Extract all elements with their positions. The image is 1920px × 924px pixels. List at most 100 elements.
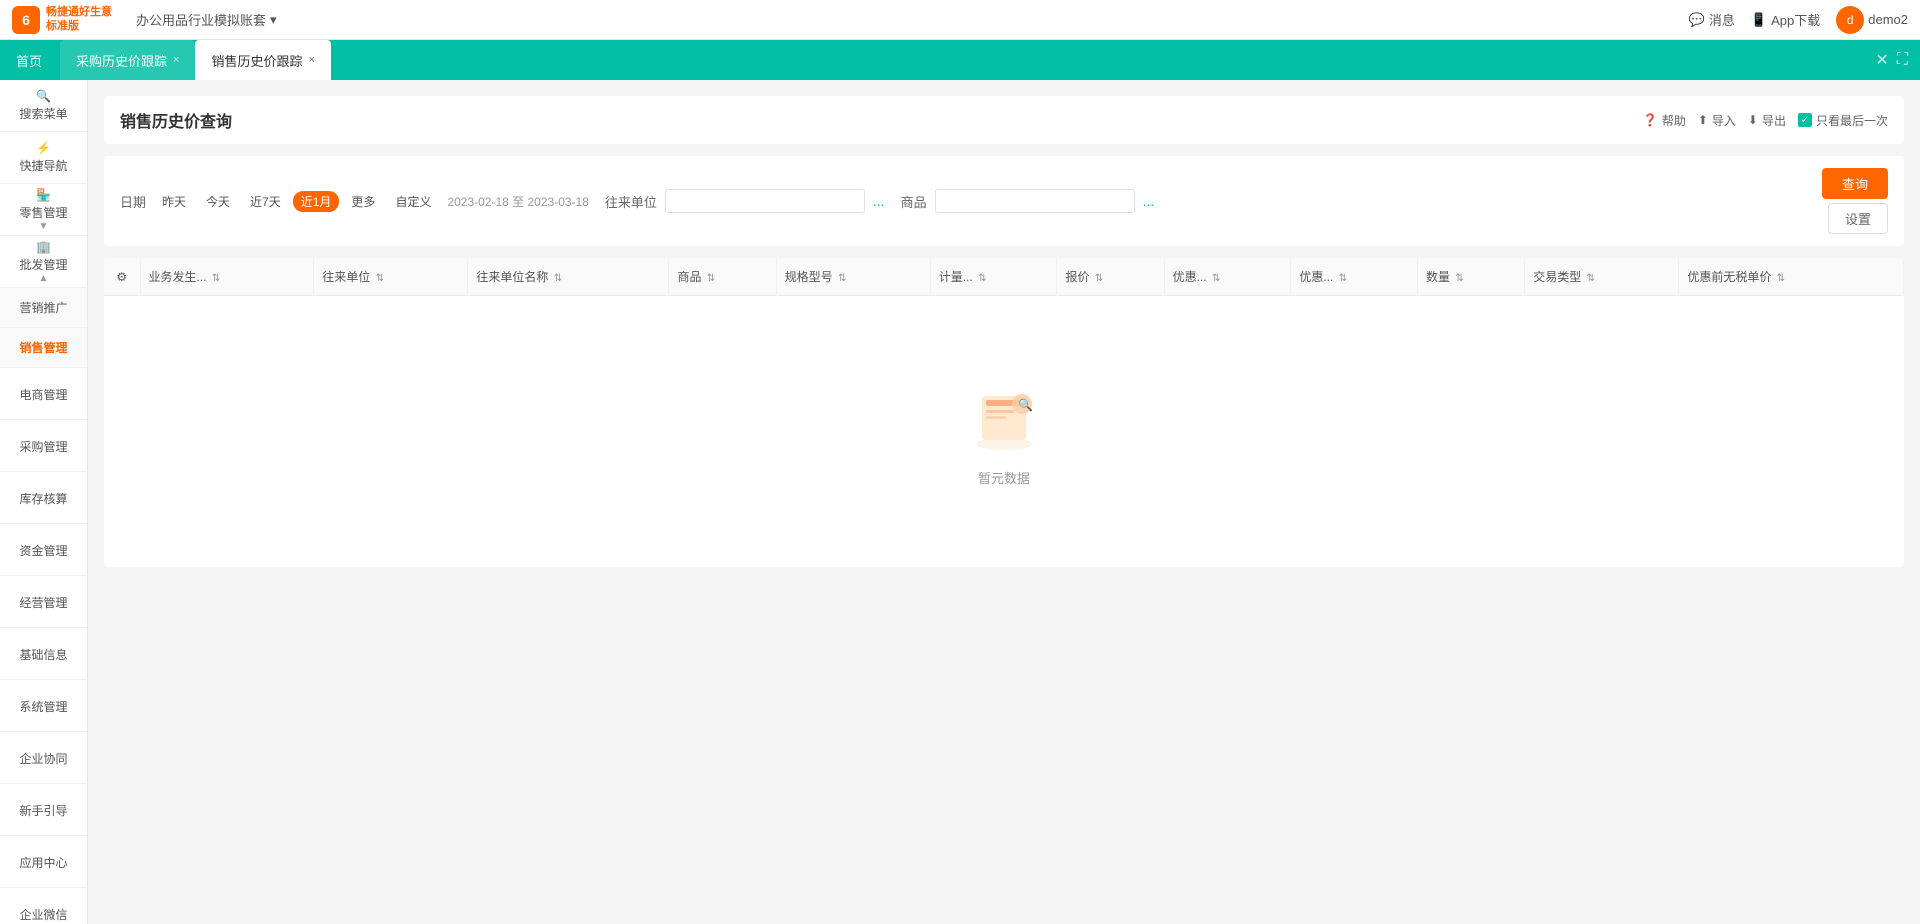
empty-state: 🔍 暂元数据 — [104, 296, 1904, 567]
col-from-unit-name[interactable]: 往来单位名称 ⇅ — [468, 258, 669, 296]
date-btn-more[interactable]: 更多 — [343, 191, 383, 212]
date-range-display: 2023-02-18 至 2023-03-18 — [447, 193, 588, 210]
logo-area: 6 畅捷通好生意 标准版 — [12, 6, 112, 34]
sort-icon-unit: ⇅ — [978, 273, 986, 284]
sidebar-item-operations[interactable]: 经营管理 — [0, 576, 87, 628]
wholesale-icon: 🏢 — [36, 240, 51, 254]
query-button[interactable]: 查询 — [1822, 168, 1888, 199]
col-product[interactable]: 商品 ⇅ — [669, 258, 776, 296]
from-unit-dots[interactable]: ... — [873, 193, 885, 209]
sort-icon-spec: ⇅ — [838, 273, 846, 284]
date-filter-group: 日期 昨天 今天 近7天 近1月 更多 自定义 2023-02-18 至 202… — [120, 191, 589, 212]
col-discount2[interactable]: 优惠... ⇅ — [1291, 258, 1418, 296]
content-area: 销售历史价查询 ❓ 帮助 ⬆ 导入 ⬇ 导出 ✓ 只看最后一次 — [88, 80, 1920, 924]
sidebar-item-wholesale-mgmt[interactable]: 🏢 批发管理 ▲ — [0, 236, 87, 288]
sort-icon-biz-date: ⇅ — [212, 273, 220, 284]
svg-text:🔍: 🔍 — [1018, 397, 1033, 412]
message-action[interactable]: 💬 消息 — [1689, 10, 1735, 29]
tab-sale-history[interactable]: 销售历史价跟踪 × — [195, 40, 330, 80]
page-title-bar: 销售历史价查询 ❓ 帮助 ⬆ 导入 ⬇ 导出 ✓ 只看最后一次 — [104, 96, 1904, 144]
col-unit[interactable]: 计量... ⇅ — [930, 258, 1057, 296]
maximize-window-icon[interactable]: ⛶ — [1897, 51, 1908, 69]
import-btn[interactable]: ⬆ 导入 — [1698, 112, 1736, 129]
sidebar-item-app-center[interactable]: 应用中心 — [0, 836, 87, 888]
chevron-icon: ▼ — [39, 221, 49, 232]
tab-purchase-close[interactable]: × — [173, 54, 179, 66]
sidebar-item-enterprise-wechat[interactable]: 企业微信 — [0, 888, 87, 924]
logo-icon: 6 — [12, 6, 40, 34]
sidebar-item-marketing[interactable]: 营销推广 — [0, 288, 87, 328]
sidebar-item-basic-info[interactable]: 基础信息 — [0, 628, 87, 680]
sort-icon-pre-tax-price: ⇅ — [1777, 273, 1785, 284]
tab-purchase-history[interactable]: 采购历史价跟踪 × — [60, 40, 195, 80]
col-biz-date[interactable]: 业务发生... ⇅ — [140, 258, 314, 296]
help-btn[interactable]: ❓ 帮助 — [1643, 112, 1686, 129]
top-header: 6 畅捷通好生意 标准版 办公用品行业模拟账套 ▾ 💬 消息 📱 App下载 d… — [0, 0, 1920, 40]
col-pre-tax-price[interactable]: 优惠前无税单价 ⇅ — [1679, 258, 1904, 296]
logo-text: 畅捷通好生意 标准版 — [46, 6, 112, 32]
page-title: 销售历史价查询 — [120, 108, 232, 132]
tab-sale-close[interactable]: × — [308, 54, 314, 66]
date-btn-1month[interactable]: 近1月 — [293, 191, 340, 212]
sort-icon-trade-type: ⇅ — [1587, 273, 1595, 284]
close-window-icon[interactable]: ✕ — [1875, 50, 1888, 70]
from-unit-filter-group: 往来单位 ... — [605, 189, 885, 213]
sidebar-item-retail-mgmt[interactable]: 🏪 零售管理 ▼ — [0, 184, 87, 236]
sort-icon-product: ⇅ — [707, 273, 715, 284]
sidebar-item-sales-mgmt[interactable]: 销售管理 — [0, 328, 87, 368]
product-filter-group: 商品 ... — [901, 189, 1155, 213]
chevron-down-icon: ▾ — [270, 12, 277, 28]
col-trade-type[interactable]: 交易类型 ⇅ — [1525, 258, 1679, 296]
col-discount1[interactable]: 优惠... ⇅ — [1164, 258, 1291, 296]
page-actions: ❓ 帮助 ⬆ 导入 ⬇ 导出 ✓ 只看最后一次 — [1643, 112, 1888, 129]
date-btn-yesterday[interactable]: 昨天 — [154, 191, 194, 212]
nav-icon: ⚡ — [36, 141, 51, 155]
settings-button[interactable]: 设置 — [1828, 203, 1888, 234]
only-last-checkbox[interactable]: ✓ — [1798, 113, 1812, 127]
tab-home[interactable]: 首页 — [0, 40, 58, 80]
col-from-unit[interactable]: 往来单位 ⇅ — [314, 258, 468, 296]
data-table: ⚙ 业务发生... ⇅ 往来单位 ⇅ 往来单位名称 ⇅ — [104, 258, 1904, 296]
table-container: ⚙ 业务发生... ⇅ 往来单位 ⇅ 往来单位名称 ⇅ — [104, 258, 1904, 567]
header-right: 💬 消息 📱 App下载 d demo2 — [1689, 6, 1908, 34]
sidebar-item-quick-nav[interactable]: ⚡ 快捷导航 — [0, 132, 87, 184]
sidebar: 🔍 搜索菜单 ⚡ 快捷导航 🏪 零售管理 ▼ 🏢 批发管理 ▲ 营销推广 销售管… — [0, 80, 88, 924]
col-quantity[interactable]: 数量 ⇅ — [1418, 258, 1525, 296]
only-last-checkbox-label[interactable]: ✓ 只看最后一次 — [1798, 112, 1888, 129]
sidebar-item-enterprise-coop[interactable]: 企业协同 — [0, 732, 87, 784]
export-btn[interactable]: ⬇ 导出 — [1748, 112, 1786, 129]
product-input[interactable] — [935, 189, 1135, 213]
tab-bar-right: ✕ ⛶ — [1875, 50, 1920, 70]
sidebar-item-system[interactable]: 系统管理 — [0, 680, 87, 732]
retail-icon: 🏪 — [36, 188, 51, 202]
sidebar-item-search-menu[interactable]: 🔍 搜索菜单 — [0, 80, 87, 132]
avatar: d — [1836, 6, 1864, 34]
app-download-action[interactable]: 📱 App下载 — [1751, 10, 1820, 29]
sidebar-item-inventory[interactable]: 库存核算 — [0, 472, 87, 524]
product-dots[interactable]: ... — [1143, 193, 1155, 209]
app-selector[interactable]: 办公用品行业模拟账套 ▾ — [136, 10, 277, 29]
sort-icon-from-unit-name: ⇅ — [554, 273, 562, 284]
col-settings[interactable]: ⚙ — [104, 258, 140, 296]
filter-area: 日期 昨天 今天 近7天 近1月 更多 自定义 2023-02-18 至 202… — [104, 156, 1904, 246]
settings-gear-icon[interactable]: ⚙ — [116, 270, 127, 284]
empty-text: 暂元数据 — [978, 468, 1030, 487]
from-unit-input[interactable] — [665, 189, 865, 213]
table-header-row: ⚙ 业务发生... ⇅ 往来单位 ⇅ 往来单位名称 ⇅ — [104, 258, 1904, 296]
filter-right: 查询 设置 — [1822, 168, 1888, 234]
search-icon: 🔍 — [36, 89, 51, 103]
user-action[interactable]: d demo2 — [1836, 6, 1908, 34]
product-label: 商品 — [901, 192, 927, 211]
date-btn-today[interactable]: 今天 — [198, 191, 238, 212]
sidebar-item-purchase[interactable]: 采购管理 — [0, 420, 87, 472]
sidebar-item-finance[interactable]: 资金管理 — [0, 524, 87, 576]
col-spec[interactable]: 规格型号 ⇅ — [776, 258, 930, 296]
sidebar-item-guide[interactable]: 新手引导 — [0, 784, 87, 836]
main-layout: 🔍 搜索菜单 ⚡ 快捷导航 🏪 零售管理 ▼ 🏢 批发管理 ▲ 营销推广 销售管… — [0, 80, 1920, 924]
sidebar-item-ecommerce[interactable]: 电商管理 — [0, 368, 87, 420]
date-btn-7days[interactable]: 近7天 — [242, 191, 289, 212]
date-btn-custom[interactable]: 自定义 — [387, 191, 439, 212]
sort-icon-discount1: ⇅ — [1212, 273, 1220, 284]
col-quote[interactable]: 报价 ⇅ — [1057, 258, 1164, 296]
download-icon: 📱 — [1751, 12, 1767, 28]
